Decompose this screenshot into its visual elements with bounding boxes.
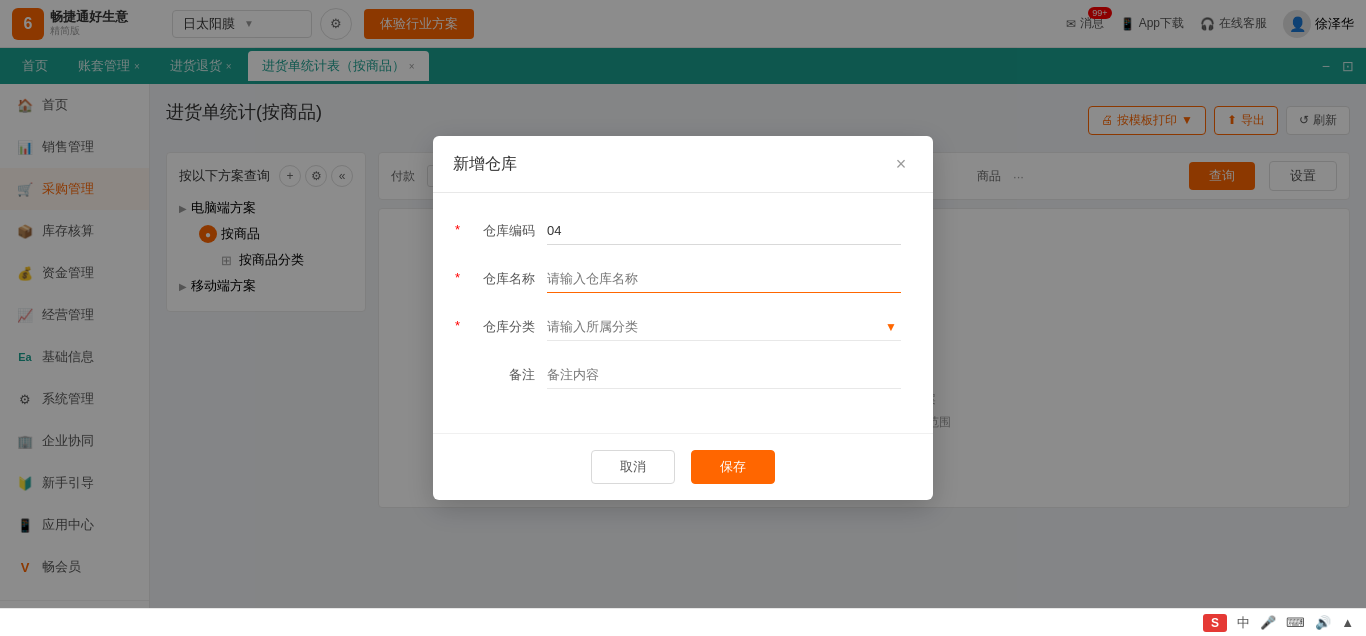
save-button[interactable]: 保存 bbox=[691, 450, 775, 484]
modal-header: 新增仓库 × bbox=[433, 136, 933, 193]
category-dropdown-arrow[interactable]: ▼ bbox=[885, 320, 897, 334]
name-label: 仓库名称 bbox=[465, 270, 535, 288]
name-input[interactable] bbox=[547, 265, 901, 293]
category-wrapper: ▼ bbox=[547, 313, 901, 341]
cancel-button[interactable]: 取消 bbox=[591, 450, 675, 484]
bottom-status-bar: S 中 🎤 ⌨ 🔊 ▲ bbox=[0, 608, 1366, 636]
form-row-code: 仓库编码 bbox=[465, 217, 901, 245]
note-input[interactable] bbox=[547, 361, 901, 389]
category-input[interactable] bbox=[547, 313, 901, 341]
bottom-keyboard-icon: ⌨ bbox=[1286, 615, 1305, 630]
form-row-note: 备注 bbox=[465, 361, 901, 389]
modal-dialog: 新增仓库 × 仓库编码 仓库名称 仓库分类 ▼ bbox=[433, 136, 933, 500]
modal-footer: 取消 保存 bbox=[433, 433, 933, 500]
modal-body: 仓库编码 仓库名称 仓库分类 ▼ 备注 bbox=[433, 193, 933, 433]
modal-overlay[interactable]: 新增仓库 × 仓库编码 仓库名称 仓库分类 ▼ bbox=[0, 0, 1366, 636]
bottom-up-icon: ▲ bbox=[1341, 615, 1354, 630]
bottom-speaker-icon: 🔊 bbox=[1315, 615, 1331, 630]
category-label: 仓库分类 bbox=[465, 318, 535, 336]
bottom-zh-label: 中 bbox=[1237, 614, 1250, 632]
modal-close-button[interactable]: × bbox=[889, 152, 913, 176]
modal-title: 新增仓库 bbox=[453, 154, 517, 175]
bottom-mic-icon: 🎤 bbox=[1260, 615, 1276, 630]
form-row-category: 仓库分类 ▼ bbox=[465, 313, 901, 341]
bottom-s-icon: S bbox=[1203, 614, 1227, 632]
code-input[interactable] bbox=[547, 217, 901, 245]
form-row-name: 仓库名称 bbox=[465, 265, 901, 293]
note-label: 备注 bbox=[465, 366, 535, 384]
code-label: 仓库编码 bbox=[465, 222, 535, 240]
